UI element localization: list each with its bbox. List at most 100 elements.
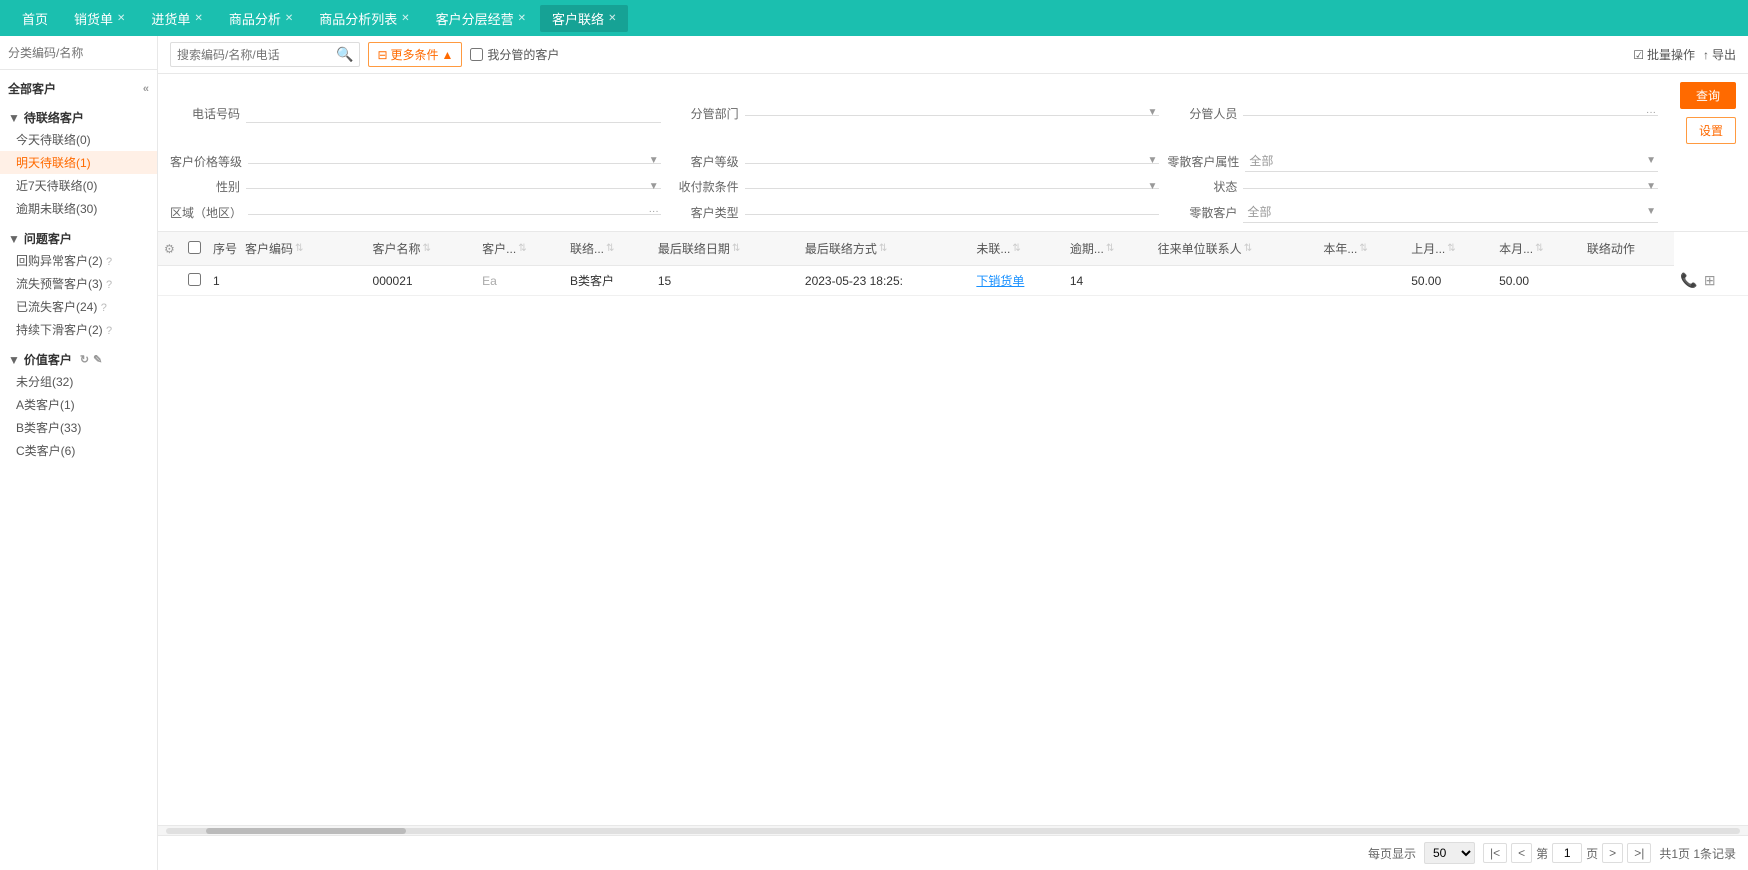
sidebar-search-input[interactable] [8, 46, 158, 60]
table-row: 1 000021 Ea B类客户 15 [158, 266, 1748, 296]
horizontal-scrollbar[interactable] [158, 825, 1748, 835]
filter-customer-type: 客户类型 [669, 204, 1160, 221]
sidebar-item-declining[interactable]: 持续下滑客户(2) ? [0, 318, 157, 341]
search-icon[interactable]: 🔍 [336, 46, 353, 63]
value-refresh-icon[interactable]: ↻ [80, 353, 89, 366]
th-code-label: 序号 [213, 240, 237, 257]
nav-goods-list[interactable]: 商品分析列表 ✕ [307, 5, 421, 32]
filter-phone-input[interactable] [246, 104, 661, 123]
row-last-method[interactable]: 下销货单 [976, 274, 1024, 288]
last-page-button[interactable]: >| [1627, 843, 1651, 863]
th-last-month-label: 上月... [1411, 240, 1445, 257]
nav-home[interactable]: 首页 [10, 5, 60, 32]
nav-customer-tier[interactable]: 客户分层经营 ✕ [424, 5, 538, 32]
my-customer-checkbox-wrap[interactable]: 我分管的客户 [470, 46, 559, 63]
set-button[interactable]: 设置 [1686, 117, 1736, 144]
sidebar-item-class-a[interactable]: A类客户(1) [0, 393, 157, 416]
nav-goods-list-close-icon[interactable]: ✕ [401, 13, 409, 24]
th-uncontacted-sort[interactable]: 未联... ⇅ [976, 240, 1057, 257]
filter-person-select[interactable]: ··· [1243, 111, 1658, 116]
churn-warning-help-icon: ? [106, 279, 112, 291]
filter-region-select[interactable]: ··· [248, 210, 661, 215]
row-more-icon[interactable]: ⊞ [1704, 272, 1716, 289]
row-contact-icon[interactable]: 📞 [1680, 272, 1697, 289]
th-contacts-sort[interactable]: 联络... ⇅ [570, 240, 646, 257]
query-button[interactable]: 查询 [1680, 82, 1736, 109]
filter-dept-select[interactable]: ▼ [745, 111, 1160, 116]
nav-purchase[interactable]: 进货单 ✕ [139, 5, 214, 32]
nav-goods-analysis-close-icon[interactable]: ✕ [285, 13, 293, 24]
filter-region: 区域（地区） ··· [170, 204, 661, 221]
filter-retail-attr: 零散客户属性 全部 ▼ [1167, 150, 1658, 172]
sidebar-item-tomorrow[interactable]: 明天待联络(1) [0, 151, 157, 174]
first-page-button[interactable]: |< [1483, 843, 1507, 863]
sidebar-item-class-c-label: C类客户(6) [16, 444, 75, 458]
batch-op-button[interactable]: ☑ 批量操作 [1633, 46, 1695, 63]
row-checkbox[interactable] [188, 273, 201, 286]
nav-customer-contact[interactable]: 客户联络 ✕ [540, 5, 628, 32]
sidebar-item-class-c[interactable]: C类客户(6) [0, 439, 157, 462]
filter-person-label: 分管人员 [1167, 105, 1237, 122]
sidebar-item-class-b[interactable]: B类客户(33) [0, 416, 157, 439]
region-more-icon: ··· [649, 206, 659, 217]
filter-retail-attr-select[interactable]: 全部 ▼ [1245, 150, 1658, 172]
th-name-sort[interactable]: 客户名称 ⇅ [373, 240, 471, 257]
nav-sales[interactable]: 销货单 ✕ [62, 5, 137, 32]
th-this-month-sort[interactable]: 本月... ⇅ [1499, 240, 1575, 257]
prev-page-button[interactable]: < [1511, 843, 1532, 863]
filter-retail-attr-value: 全部 [1249, 152, 1654, 169]
filter-retail-customer-select[interactable]: 全部 ▼ [1243, 201, 1658, 223]
row-no: 1 [213, 274, 220, 288]
th-last-method-sort[interactable]: 最后联络方式 ⇅ [805, 240, 964, 257]
sidebar-item-week[interactable]: 近7天待联络(0) [0, 174, 157, 197]
th-last-date-sort[interactable]: 最后联络日期 ⇅ [658, 240, 793, 257]
row-action-buttons: 📞 ⊞ [1680, 272, 1742, 289]
sidebar-item-churned[interactable]: 已流失客户(24) ? [0, 295, 157, 318]
scrollbar-thumb[interactable] [206, 828, 406, 834]
status-chevron-icon: ▼ [1646, 181, 1656, 192]
filter-gender-select[interactable]: ▼ [246, 184, 661, 189]
sidebar-item-churn-warning[interactable]: 流失预警客户(3) ? [0, 272, 157, 295]
filter-payment-select[interactable]: ▼ [745, 184, 1160, 189]
th-last-month-sort[interactable]: 上月... ⇅ [1411, 240, 1487, 257]
nav-sales-close-icon[interactable]: ✕ [117, 13, 125, 24]
th-this-year-sort[interactable]: 本年... ⇅ [1323, 240, 1399, 257]
search-bar: 🔍 ⊟ 更多条件 ▲ 我分管的客户 ☑ 批量操作 ↑ 导出 [158, 36, 1748, 74]
filter-price-level-select[interactable]: ▼ [248, 159, 661, 164]
nav-customer-tier-close-icon[interactable]: ✕ [518, 13, 526, 24]
filter-customer-type-select[interactable] [745, 210, 1160, 215]
filter-customer-level-select[interactable]: ▼ [745, 159, 1160, 164]
more-filter-button[interactable]: ⊟ 更多条件 ▲ [368, 42, 462, 67]
select-all-checkbox[interactable] [188, 241, 201, 254]
column-settings-icon[interactable]: ⚙ [164, 242, 175, 256]
sidebar-item-overdue[interactable]: 逾期未联络(30) [0, 197, 157, 220]
page-size-select[interactable]: 50 100 200 [1424, 842, 1475, 864]
sidebar-item-ungroup[interactable]: 未分组(32) [0, 370, 157, 393]
th-code-sort[interactable]: 序号 客户编码 ⇅ [213, 240, 361, 257]
th-type-sort[interactable]: 客户... ⇅ [482, 240, 558, 257]
problem-group-title: ▼ 问题客户 [0, 224, 157, 249]
th-overdue-sort[interactable]: 逾期... ⇅ [1070, 240, 1146, 257]
value-edit-icon[interactable]: ✎ [93, 353, 102, 366]
th-contacts-person-sort[interactable]: 往来单位联系人 ⇅ [1158, 240, 1312, 257]
nav-purchase-close-icon[interactable]: ✕ [194, 13, 202, 24]
th-settings: ⚙ [158, 232, 182, 266]
nav-goods-analysis[interactable]: 商品分析 ✕ [217, 5, 305, 32]
next-page-button[interactable]: > [1602, 843, 1623, 863]
th-name: 客户名称 ⇅ [367, 232, 477, 266]
value-triangle-icon: ▼ [8, 353, 20, 367]
filter-status-select[interactable]: ▼ [1243, 184, 1658, 189]
export-button[interactable]: ↑ 导出 [1703, 46, 1736, 63]
th-contacts-label: 联络... [570, 240, 604, 257]
sidebar-item-repurchase[interactable]: 回购异常客户(2) ? [0, 249, 157, 272]
search-input[interactable] [177, 48, 332, 62]
my-customer-checkbox[interactable] [470, 48, 483, 61]
sidebar-item-today[interactable]: 今天待联络(0) [0, 128, 157, 151]
td-uncontacted: 14 [1064, 266, 1152, 296]
td-last-method: 下销货单 [970, 266, 1063, 296]
sidebar-collapse-icon[interactable]: « [143, 83, 149, 95]
nav-customer-contact-close-icon[interactable]: ✕ [608, 13, 616, 24]
page-number-input[interactable] [1552, 843, 1582, 863]
contacts-sort-icon: ⇅ [606, 243, 614, 254]
td-action: 📞 ⊞ [1674, 266, 1748, 296]
